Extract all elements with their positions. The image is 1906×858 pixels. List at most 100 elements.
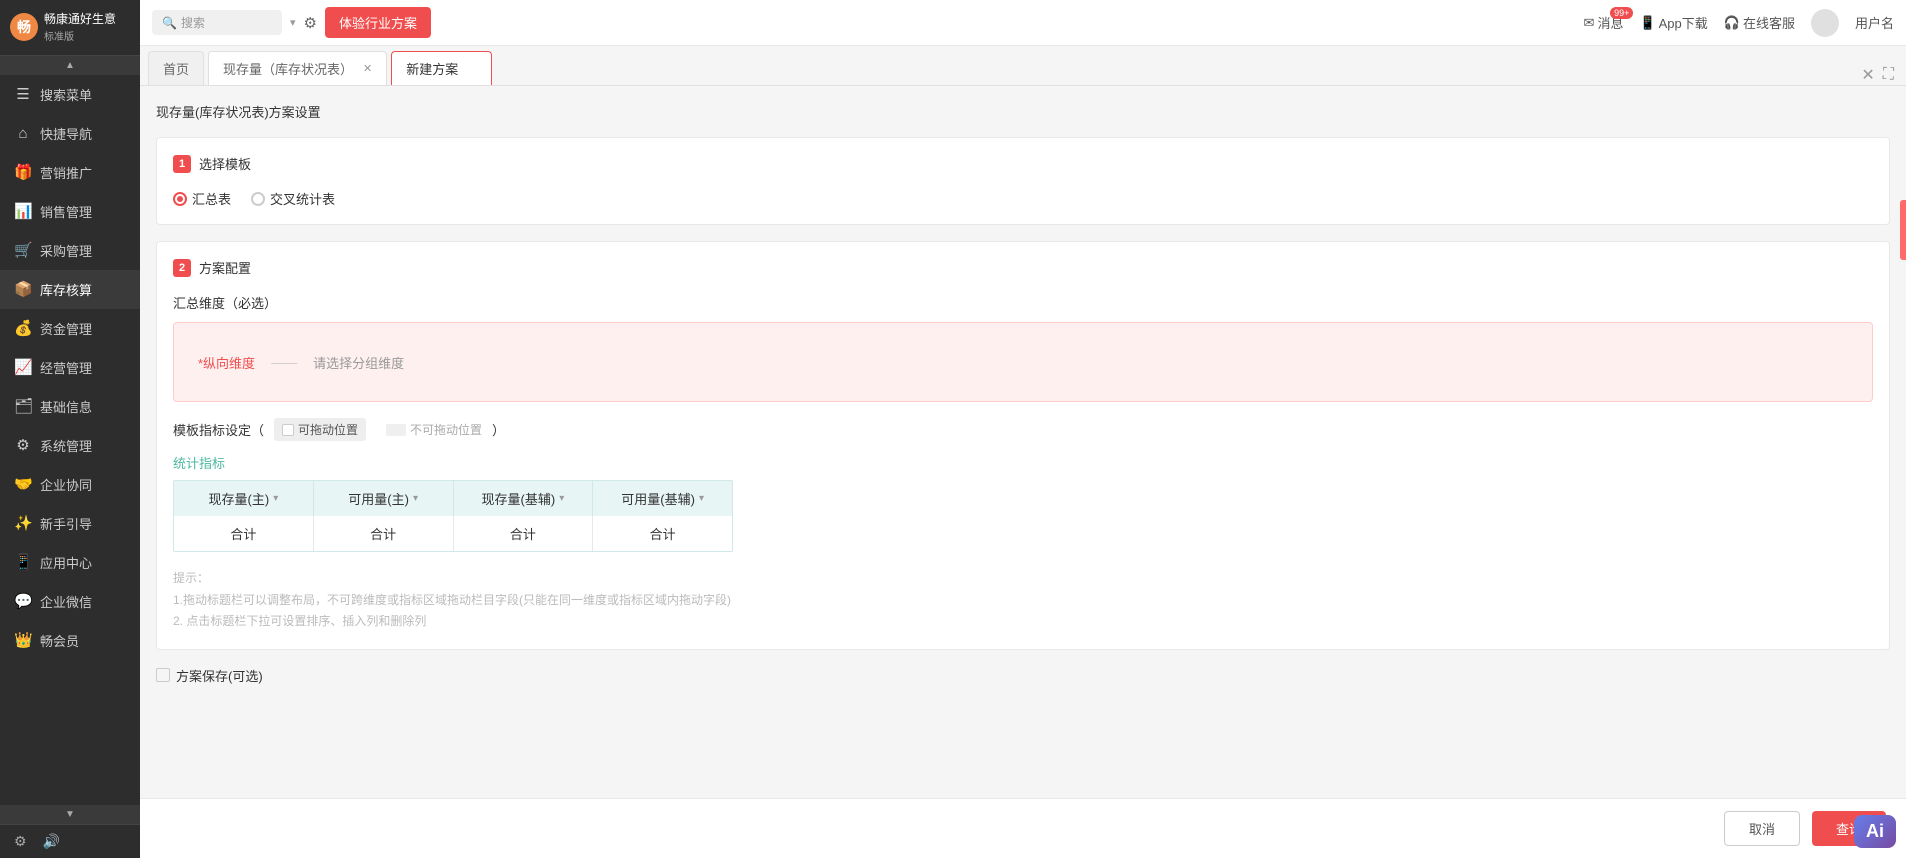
col-header-2[interactable]: 现存量(基辅) ▾ [454,481,594,516]
gift-icon: 🎁 [14,163,32,181]
tab-inventory-status[interactable]: 现存量（库存状况表） ✕ [208,51,387,85]
operation-icon: 📈 [14,358,32,376]
service-label: 在线客服 [1743,13,1795,32]
col-header-0[interactable]: 现存量(主) ▾ [174,481,314,516]
indicator-settings: 模板指标设定（ 可拖动位置 不可拖动位置 ） [173,418,1873,441]
sidebar-item-operation[interactable]: 📈 经营管理 [0,348,140,387]
step2-badge: 2 [173,259,191,277]
body-cell-0-0: 合计 [174,516,314,551]
template-options: 汇总表 交叉统计表 [173,189,1873,208]
content-area: 现存量(库存状况表)方案设置 1 选择模板 汇总表 交叉统计表 2 [140,86,1906,798]
col-label-3: 可用量(基辅) [621,489,695,508]
sidebar-item-basic-info[interactable]: 🗂 基础信息 [0,387,140,426]
sidebar-item-sales[interactable]: 📊 销售管理 [0,192,140,231]
app-icon: 📱 [1639,15,1655,31]
sidebar-item-search-menu[interactable]: ☰ 搜索菜单 [0,75,140,114]
guide-icon: ✨ [14,514,32,532]
sidebar-item-corp-wechat[interactable]: 💬 企业微信 [0,582,140,621]
col-chevron-2: ▾ [559,493,564,504]
bottom-audio-icon[interactable]: 🔊 [43,833,60,850]
col-chevron-0: ▾ [273,493,278,504]
messages-button[interactable]: ✉ 消息 99+ [1584,13,1624,32]
tab-inventory-close-icon[interactable]: ✕ [363,62,372,75]
non-draggable-indicator: 不可拖动位置 [386,421,482,438]
expand-window-icon[interactable]: ⛶ [1883,66,1894,84]
bottom-settings-icon[interactable]: ⚙ [14,833,27,850]
radio-summary-label: 汇总表 [192,189,231,208]
trial-button[interactable]: 体验行业方案 [325,7,431,38]
stats-table-header: 现存量(主) ▾ 可用量(主) ▾ 现存量(基辅) ▾ 可用量(基辅) ▾ [174,481,732,516]
col-label-1: 可用量(主) [348,489,409,508]
dimension-section-label: 汇总维度（必选） [173,293,1873,312]
sidebar-item-quick-nav[interactable]: ⌂ 快捷导航 [0,114,140,153]
messages-badge: 99+ [1610,7,1633,19]
tab-inventory-label: 现存量（库存状况表） [223,59,353,78]
cancel-button[interactable]: 取消 [1724,811,1800,846]
draggable-label: 可拖动位置 [298,421,358,438]
dimension-required-mark: *纵向维度 [198,353,255,372]
search-menu-icon: ☰ [14,85,32,103]
vip-icon: 👑 [14,631,32,649]
username-label[interactable]: 用户名 [1855,13,1894,32]
sidebar-item-label: 基础信息 [40,397,92,416]
sidebar-item-corp-collab[interactable]: 🤝 企业协同 [0,465,140,504]
sidebar-item-sys-mgmt[interactable]: ⚙ 系统管理 [0,426,140,465]
save-option[interactable]: 方案保存(可选) [156,666,1890,685]
resize-handle[interactable] [1900,200,1906,260]
ai-badge[interactable]: Ai [1854,815,1896,848]
sidebar-item-label: 企业协同 [40,475,92,494]
sales-icon: 📊 [14,202,32,220]
col-chevron-1: ▾ [413,493,418,504]
sidebar-item-label: 采购管理 [40,241,92,260]
sidebar-scroll-up[interactable]: ▲ [0,56,140,75]
dimension-area[interactable]: *纵向维度 —— 请选择分组维度 [173,322,1873,402]
sidebar-item-finance[interactable]: 💰 资金管理 [0,309,140,348]
radio-summary-dot [173,192,187,206]
radio-summary[interactable]: 汇总表 [173,189,231,208]
messages-icon: ✉ [1584,15,1595,31]
sidebar-item-vip[interactable]: 👑 畅会员 [0,621,140,660]
topbar-chevron-icon[interactable]: ▾ [290,16,296,29]
user-avatar[interactable] [1811,9,1839,37]
tips-item-1: 1.拖动标题栏可以调整布局，不可跨维度或指标区域拖动栏目字段(只能在同一维度或指… [173,590,1873,612]
col-header-1[interactable]: 可用量(主) ▾ [314,481,454,516]
sidebar-item-label: 新手引导 [40,514,92,533]
stats-table-body: 合计 合计 合计 合计 [174,516,732,551]
tips-item-2: 2. 点击标题栏下拉可设置排序、插入列和删除列 [173,611,1873,633]
col-header-3[interactable]: 可用量(基辅) ▾ [593,481,732,516]
sidebar-item-purchase[interactable]: 🛒 采购管理 [0,231,140,270]
tips-section: 提示： 1.拖动标题栏可以调整布局，不可跨维度或指标区域拖动栏目字段(只能在同一… [173,568,1873,633]
body-cell-0-2: 合计 [454,516,594,551]
tab-new-scheme[interactable]: 新建方案 ✕ [391,51,492,85]
online-service-button[interactable]: 🎧 在线客服 [1724,13,1795,32]
app-center-icon: 📱 [14,553,32,571]
sidebar-logo: 畅 畅康通好生意 标准版 [0,0,140,56]
sidebar-scroll-down[interactable]: ▼ [0,805,140,824]
sidebar-item-app-center[interactable]: 📱 应用中心 [0,543,140,582]
tab-new-close-icon[interactable]: ✕ [468,62,477,75]
stats-table: 现存量(主) ▾ 可用量(主) ▾ 现存量(基辅) ▾ 可用量(基辅) ▾ [173,480,733,552]
sidebar-item-marketing[interactable]: 🎁 营销推广 [0,153,140,192]
nondrag-box [386,424,406,436]
step1-card: 1 选择模板 汇总表 交叉统计表 [156,137,1890,225]
sidebar-item-new-guide[interactable]: ✨ 新手引导 [0,504,140,543]
service-icon: 🎧 [1724,15,1740,31]
app-download-button[interactable]: 📱 App下载 [1639,13,1707,32]
tab-new-label: 新建方案 [406,59,458,78]
sidebar-item-label: 应用中心 [40,553,92,572]
tab-home-label: 首页 [163,59,189,78]
body-cell-0-3: 合计 [593,516,732,551]
radio-cross-label: 交叉统计表 [270,189,335,208]
inventory-icon: 📦 [14,280,32,298]
radio-cross[interactable]: 交叉统计表 [251,189,335,208]
topbar-search[interactable]: 🔍 搜索 [152,10,282,35]
topbar-gear-icon[interactable]: ⚙ [304,14,317,32]
save-checkbox[interactable] [156,668,170,682]
tab-home[interactable]: 首页 [148,51,204,85]
body-cell-0-1: 合计 [314,516,454,551]
home-icon: ⌂ [14,125,32,142]
sidebar-item-label: 快捷导航 [40,124,92,143]
sidebar-item-label: 企业微信 [40,592,92,611]
close-window-icon[interactable]: ✕ [1861,65,1874,85]
sidebar-item-inventory[interactable]: 📦 库存核算 [0,270,140,309]
